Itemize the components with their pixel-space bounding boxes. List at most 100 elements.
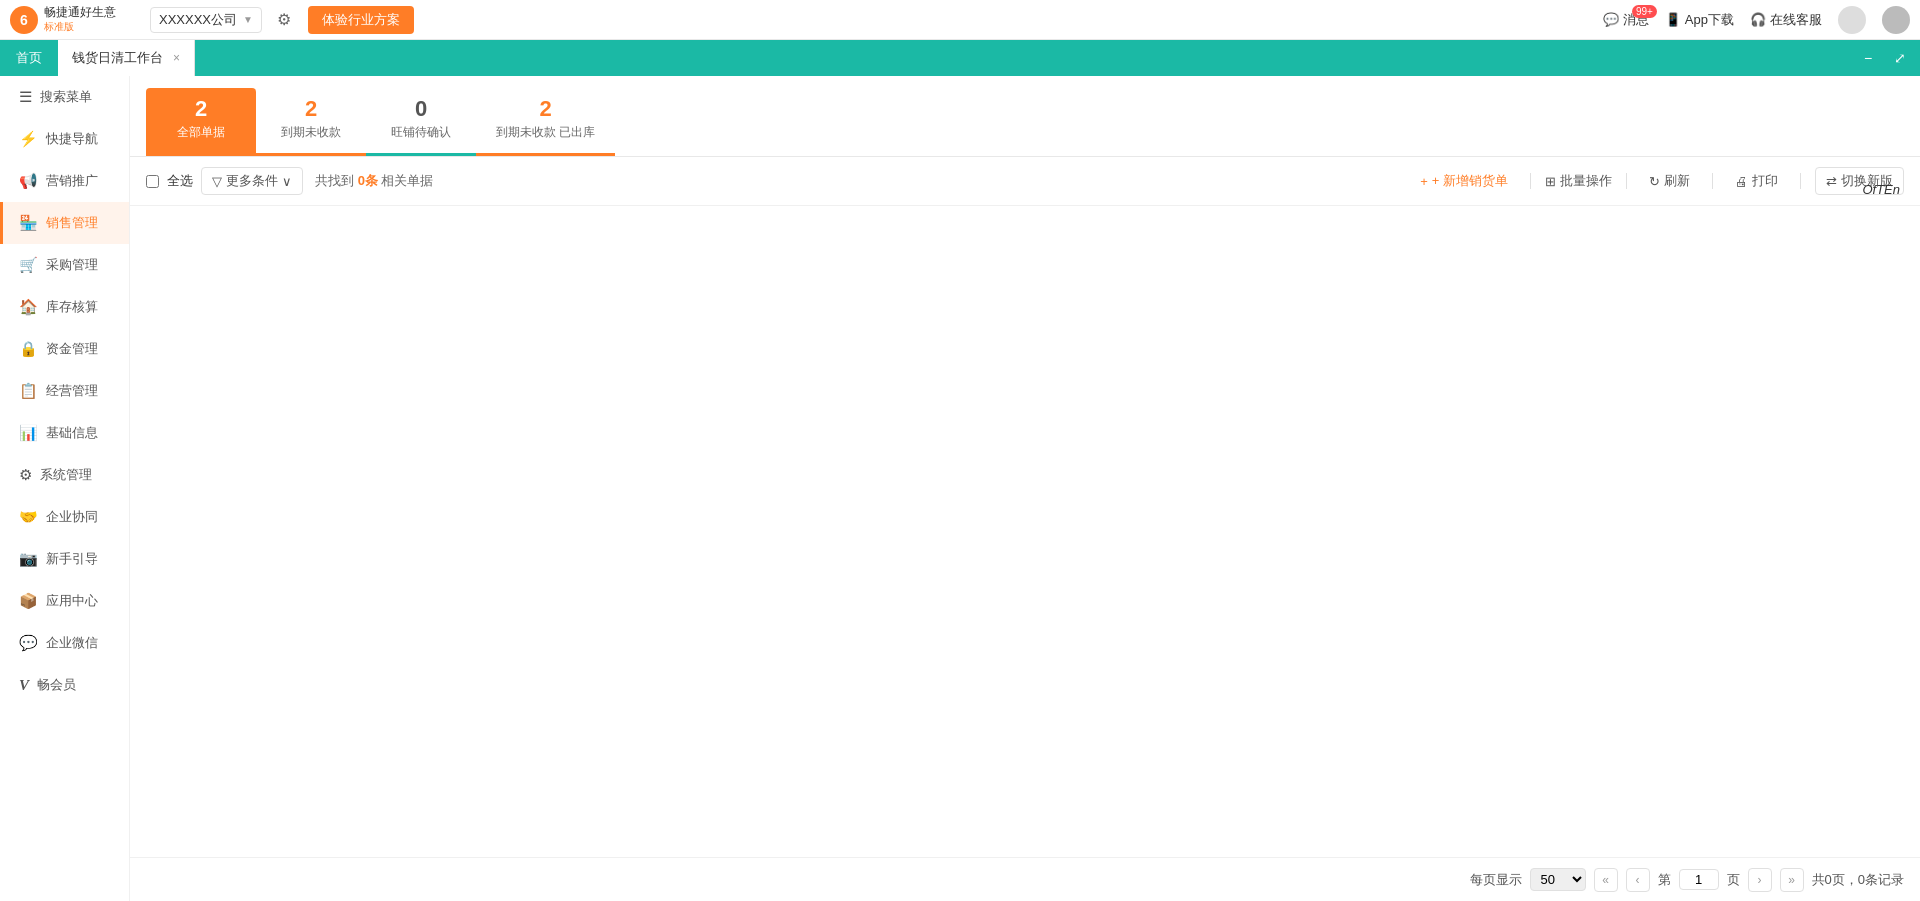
trial-btn[interactable]: 体验行业方案: [308, 6, 414, 34]
sidebar-label-inventory: 库存核算: [46, 298, 98, 316]
sidebar-label-partner: 企业协同: [46, 508, 98, 526]
main-layout: ☰ 搜索菜单 ⚡ 快捷导航 📢 营销推广 🏪 销售管理 🛒 采购管理 🏠 库存核…: [0, 76, 1920, 901]
print-btn[interactable]: 🖨 打印: [1727, 168, 1786, 194]
app-icon: 📱: [1665, 12, 1681, 27]
sidebar-item-partner[interactable]: 🤝 企业协同: [0, 496, 129, 538]
add-sale-btn[interactable]: + + 新增销货单: [1412, 168, 1516, 194]
stat-num-overdue: 2: [276, 96, 346, 122]
company-selector[interactable]: XXXXXX公司 ▼: [150, 7, 262, 33]
search-menu-icon: ☰: [19, 88, 32, 106]
next-page-btn[interactable]: ›: [1748, 868, 1772, 892]
first-page-btn[interactable]: «: [1594, 868, 1618, 892]
last-page-btn[interactable]: »: [1780, 868, 1804, 892]
batch-icon: ⊞: [1545, 174, 1556, 189]
stat-label-overdue: 到期未收款: [276, 124, 346, 141]
stat-label-pending: 旺铺待确认: [386, 124, 456, 141]
sidebar-item-sales[interactable]: 🏪 销售管理: [0, 202, 129, 244]
page-suffix: 页: [1727, 871, 1740, 889]
sidebar-item-apps[interactable]: 📦 应用中心: [0, 580, 129, 622]
refresh-btn[interactable]: ↻ 刷新: [1641, 168, 1698, 194]
stat-tab-all[interactable]: 2 全部单据: [146, 88, 256, 156]
sidebar-label-sales: 销售管理: [46, 214, 98, 232]
quick-nav-icon: ⚡: [19, 130, 38, 148]
sidebar-label-system: 系统管理: [40, 466, 92, 484]
inventory-icon: 🏠: [19, 298, 38, 316]
purchase-icon: 🛒: [19, 256, 38, 274]
total-label: 共0页，0条记录: [1812, 871, 1904, 889]
divider3: [1712, 173, 1713, 189]
marketing-icon: 📢: [19, 172, 38, 190]
app-title: 畅捷通好生意 标准版: [44, 5, 116, 35]
stat-tab-pending[interactable]: 0 旺铺待确认: [366, 88, 476, 156]
msg-icon: 💬: [1603, 12, 1619, 27]
per-page-select[interactable]: 50 100 200: [1530, 868, 1586, 891]
operation-icon: 📋: [19, 382, 38, 400]
sidebar-item-member[interactable]: V 畅会员: [0, 664, 129, 706]
sidebar-item-purchase[interactable]: 🛒 采购管理: [0, 244, 129, 286]
service-btn[interactable]: 🎧 在线客服: [1750, 11, 1822, 29]
switch-icon: ⇄: [1826, 174, 1837, 189]
print-label: 打印: [1752, 172, 1778, 190]
sidebar-item-quick[interactable]: ⚡ 快捷导航: [0, 118, 129, 160]
avatar[interactable]: [1838, 6, 1866, 34]
sidebar-item-operation[interactable]: 📋 经营管理: [0, 370, 129, 412]
service-label: 在线客服: [1770, 11, 1822, 29]
filter-label: 更多条件: [226, 172, 278, 190]
sidebar-item-marketing[interactable]: 📢 营销推广: [0, 160, 129, 202]
app-label: App下载: [1685, 11, 1734, 29]
found-num: 0条: [358, 173, 378, 188]
sidebar-item-guide[interactable]: 📷 新手引导: [0, 538, 129, 580]
apps-icon: 📦: [19, 592, 38, 610]
tab-bar-actions: − ⤢: [1856, 46, 1920, 70]
prev-page-btn[interactable]: ‹: [1626, 868, 1650, 892]
logo-area: 6 畅捷通好生意 标准版: [10, 5, 140, 35]
app-logo-icon: 6: [10, 6, 38, 34]
stat-label-shipped: 到期未收款 已出库: [496, 124, 595, 141]
sidebar-item-finance[interactable]: 🔒 资金管理: [0, 328, 129, 370]
tab-home[interactable]: 首页: [0, 40, 58, 76]
sidebar-label-operation: 经营管理: [46, 382, 98, 400]
headset-icon: 🎧: [1750, 12, 1766, 27]
sidebar-item-system[interactable]: ⚙ 系统管理: [0, 454, 129, 496]
pagination: 每页显示 50 100 200 « ‹ 第 页 › » 共0页，0条记录: [130, 857, 1920, 901]
batch-ops-btn[interactable]: ⊞ 批量操作: [1545, 172, 1612, 190]
refresh-icon: ↻: [1649, 174, 1660, 189]
add-icon: +: [1420, 174, 1428, 189]
sidebar-item-inventory[interactable]: 🏠 库存核算: [0, 286, 129, 328]
system-icon: ⚙: [19, 466, 32, 484]
tab-bar: 首页 钱货日清工作台 × − ⤢: [0, 40, 1920, 76]
tab-minimize-btn[interactable]: −: [1856, 46, 1880, 70]
page-input[interactable]: [1679, 869, 1719, 890]
msg-btn[interactable]: 💬 消息 99+: [1603, 11, 1649, 29]
sidebar-item-wechat[interactable]: 💬 企业微信: [0, 622, 129, 664]
found-text: 共找到 0条 相关单据: [315, 172, 433, 190]
toolbar: 全选 ▽ 更多条件 ∨ 共找到 0条 相关单据 + + 新增销货单 ⊞ 批量操作: [130, 157, 1920, 206]
filter-btn[interactable]: ▽ 更多条件 ∨: [201, 167, 303, 195]
table-area: [130, 206, 1920, 857]
sidebar-label-marketing: 营销推广: [46, 172, 98, 190]
stat-label-all: 全部单据: [166, 124, 236, 141]
member-icon: V: [19, 677, 29, 694]
stat-tab-shipped[interactable]: 2 到期未收款 已出库: [476, 88, 615, 156]
tab-close-btn[interactable]: ×: [173, 51, 180, 65]
sidebar-label-search: 搜索菜单: [40, 88, 92, 106]
guide-icon: 📷: [19, 550, 38, 568]
sidebar-label-member: 畅会员: [37, 676, 76, 694]
sidebar-label-guide: 新手引导: [46, 550, 98, 568]
settings-icon[interactable]: ⚙: [270, 6, 298, 34]
sidebar-label-quick: 快捷导航: [46, 130, 98, 148]
app-download-btn[interactable]: 📱 App下载: [1665, 11, 1734, 29]
avatar2[interactable]: [1882, 6, 1910, 34]
sidebar-item-search[interactable]: ☰ 搜索菜单: [0, 76, 129, 118]
tab-expand-btn[interactable]: ⤢: [1888, 46, 1912, 70]
finance-icon: 🔒: [19, 340, 38, 358]
sidebar-item-basic[interactable]: 📊 基础信息: [0, 412, 129, 454]
filter-arrow: ∨: [282, 174, 292, 189]
select-all-checkbox[interactable]: [146, 175, 159, 188]
stat-num-all: 2: [166, 96, 236, 122]
header-right: 💬 消息 99+ 📱 App下载 🎧 在线客服: [1603, 6, 1910, 34]
sidebar-label-finance: 资金管理: [46, 340, 98, 358]
tab-active-label: 钱货日清工作台: [72, 49, 163, 67]
tab-active[interactable]: 钱货日清工作台 ×: [58, 40, 195, 76]
stat-tab-overdue[interactable]: 2 到期未收款: [256, 88, 366, 156]
